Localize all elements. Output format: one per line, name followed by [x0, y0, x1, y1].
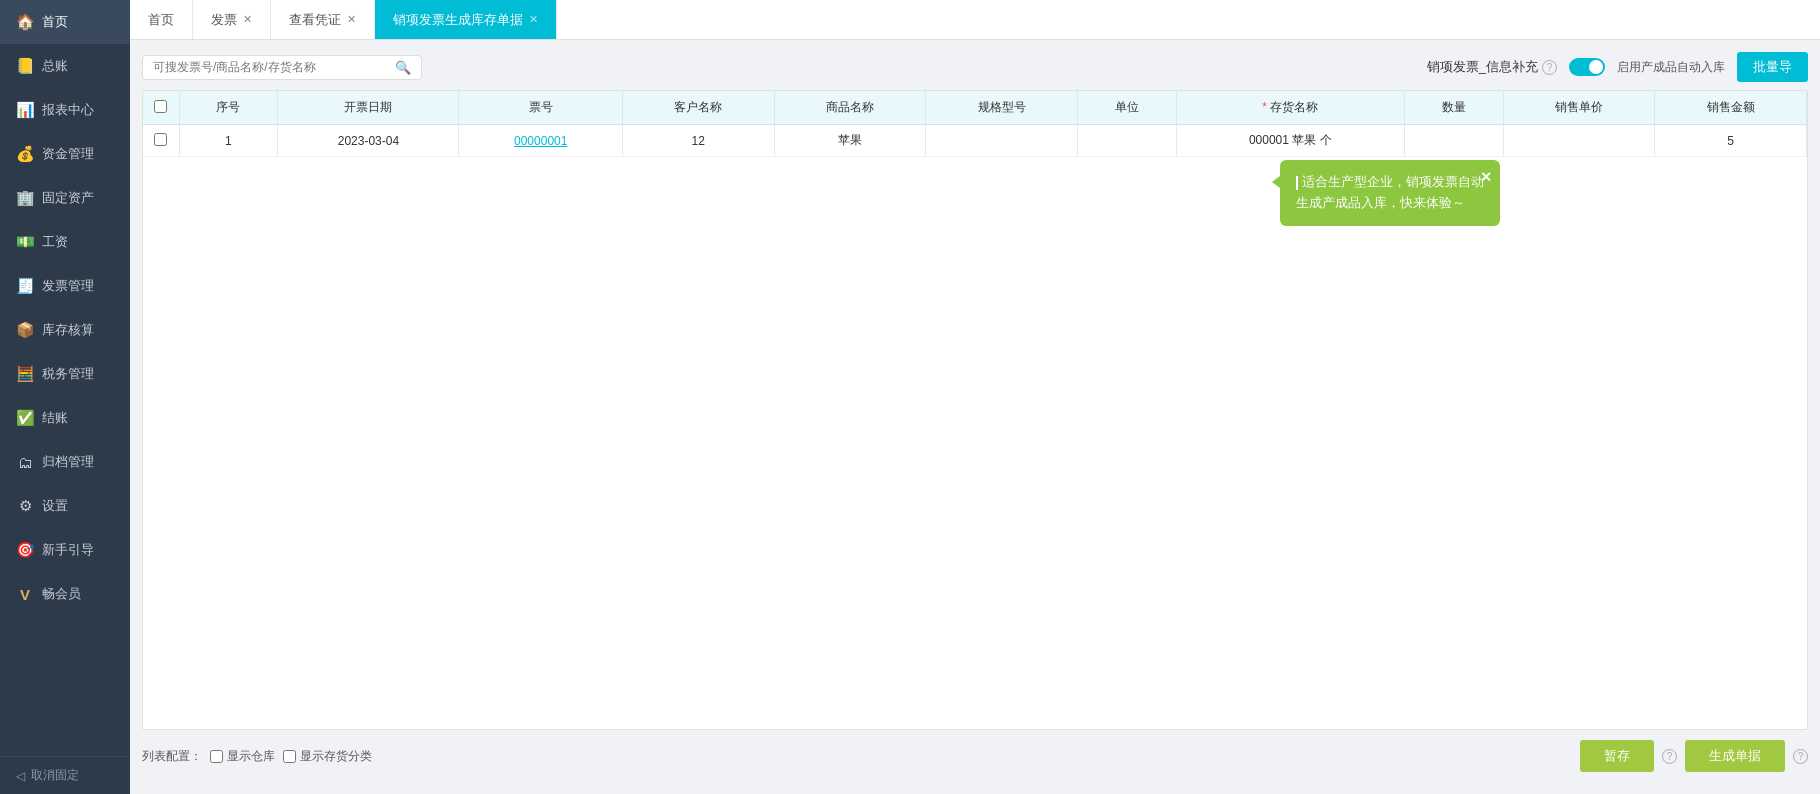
tooltip-cursor	[1296, 176, 1298, 190]
header-customer: 客户名称	[622, 91, 774, 125]
sidebar-item-inventory[interactable]: 📦 库存核算	[0, 308, 130, 352]
settings-icon: ⚙	[16, 497, 34, 515]
toggle-label: 启用产成品自动入库	[1617, 59, 1725, 76]
row-unit	[1077, 125, 1176, 157]
row-price	[1503, 125, 1655, 157]
info-icon[interactable]: ?	[1542, 60, 1557, 75]
assets-icon: 🏢	[16, 189, 34, 207]
sidebar-item-closing[interactable]: ✅ 结账	[0, 396, 130, 440]
sidebar: 🏠 首页 📒 总账 📊 报表中心 💰 资金管理 🏢 固定资产 💵 工资 🧾 发票…	[0, 0, 130, 794]
sidebar-item-ledger[interactable]: 📒 总账	[0, 44, 130, 88]
header-spec: 规格型号	[926, 91, 1078, 125]
vip-icon: V	[16, 586, 34, 603]
header-checkbox[interactable]	[154, 100, 167, 113]
list-config-label: 列表配置：	[142, 748, 202, 765]
sidebar-item-tax[interactable]: 🧮 税务管理	[0, 352, 130, 396]
header-product: 商品名称	[774, 91, 926, 125]
row-ticket-no[interactable]: 00000001	[459, 125, 622, 157]
search-icon: 🔍	[395, 60, 411, 75]
data-table: 序号 开票日期 票号 客户名称 商品名称 规格型号 单位 * 存货名称 数量 销…	[143, 91, 1807, 157]
show-category-label[interactable]: 显示存货分类	[283, 748, 372, 765]
ledger-icon: 📒	[16, 57, 34, 75]
show-category-checkbox[interactable]	[283, 750, 296, 763]
header-checkbox-cell	[143, 91, 179, 125]
table-header: 序号 开票日期 票号 客户名称 商品名称 规格型号 单位 * 存货名称 数量 销…	[143, 91, 1807, 125]
sidebar-item-home[interactable]: 🏠 首页	[0, 0, 130, 44]
show-warehouse-label[interactable]: 显示仓库	[210, 748, 275, 765]
row-amount: 5	[1655, 125, 1807, 157]
list-config: 列表配置： 显示仓库 显示存货分类	[142, 748, 372, 765]
header-index: 序号	[179, 91, 278, 125]
header-ticket-no: 票号	[459, 91, 622, 125]
row-quantity	[1404, 125, 1503, 157]
table-body: 1 2023-03-04 00000001 12 苹果 000001 苹果 个 …	[143, 125, 1807, 157]
tooltip-close-icon[interactable]: ✕	[1480, 166, 1492, 188]
closing-icon: ✅	[16, 409, 34, 427]
pin-icon: ◁	[16, 769, 25, 783]
reports-icon: 📊	[16, 101, 34, 119]
top-right: 销项发票_信息补充 ? 启用产成品自动入库 批量导	[1427, 52, 1808, 82]
batch-button[interactable]: 批量导	[1737, 52, 1808, 82]
tooltip-box: ✕ 适合生产型企业，销项发票自动生成产成品入库，快来体验～	[1280, 160, 1500, 226]
bottom-actions: 暂存 ? 生成单据 ?	[1580, 740, 1808, 772]
inventory-icon: 📦	[16, 321, 34, 339]
sidebar-bottom-unpin[interactable]: ◁ 取消固定	[0, 756, 130, 794]
guide-icon: 🎯	[16, 541, 34, 559]
header-unit: 单位	[1077, 91, 1176, 125]
row-index: 1	[179, 125, 278, 157]
payroll-icon: 💵	[16, 233, 34, 251]
sidebar-item-settings[interactable]: ⚙ 设置	[0, 484, 130, 528]
table-container: 序号 开票日期 票号 客户名称 商品名称 规格型号 单位 * 存货名称 数量 销…	[142, 90, 1808, 730]
sidebar-item-payroll[interactable]: 💵 工资	[0, 220, 130, 264]
funds-icon: 💰	[16, 145, 34, 163]
sidebar-item-funds[interactable]: 💰 资金管理	[0, 132, 130, 176]
tab-sales-invoice-close-icon[interactable]: ✕	[529, 13, 538, 26]
archive-icon: 🗂	[16, 454, 34, 471]
top-bar: 🔍 销项发票_信息补充 ? 启用产成品自动入库 批量导	[142, 52, 1808, 82]
search-input[interactable]	[153, 60, 389, 74]
generate-button[interactable]: 生成单据	[1685, 740, 1785, 772]
tab-bar: 首页 发票 ✕ 查看凭证 ✕ 销项发票生成库存单据 ✕	[130, 0, 1820, 40]
main-area: 首页 发票 ✕ 查看凭证 ✕ 销项发票生成库存单据 ✕ 🔍 销项发票_信息补充	[130, 0, 1820, 794]
generate-info-icon[interactable]: ?	[1793, 749, 1808, 764]
info-label: 销项发票_信息补充 ?	[1427, 58, 1557, 76]
save-info-icon[interactable]: ?	[1662, 749, 1677, 764]
sidebar-item-vip[interactable]: V 畅会员	[0, 572, 130, 616]
header-inventory: * 存货名称	[1176, 91, 1404, 125]
sidebar-item-archive[interactable]: 🗂 归档管理	[0, 440, 130, 484]
tab-voucher[interactable]: 查看凭证 ✕	[271, 0, 375, 39]
tab-sales-invoice[interactable]: 销项发票生成库存单据 ✕	[375, 0, 557, 39]
invoice-icon: 🧾	[16, 277, 34, 295]
home-icon: 🏠	[16, 13, 34, 31]
search-box[interactable]: 🔍	[142, 55, 422, 80]
sidebar-item-assets[interactable]: 🏢 固定资产	[0, 176, 130, 220]
sidebar-item-reports[interactable]: 📊 报表中心	[0, 88, 130, 132]
page-content: 🔍 销项发票_信息补充 ? 启用产成品自动入库 批量导	[130, 40, 1820, 794]
sidebar-item-guide[interactable]: 🎯 新手引导	[0, 528, 130, 572]
tab-invoice-close-icon[interactable]: ✕	[243, 13, 252, 26]
bottom-bar: 列表配置： 显示仓库 显示存货分类 暂存 ? 生成单据 ?	[142, 730, 1808, 782]
tab-invoice[interactable]: 发票 ✕	[193, 0, 271, 39]
save-button[interactable]: 暂存	[1580, 740, 1654, 772]
header-amount: 销售金额	[1655, 91, 1807, 125]
show-warehouse-checkbox[interactable]	[210, 750, 223, 763]
row-product: 苹果	[774, 125, 926, 157]
header-price: 销售单价	[1503, 91, 1655, 125]
sidebar-item-invoice[interactable]: 🧾 发票管理	[0, 264, 130, 308]
row-spec	[926, 125, 1078, 157]
tab-home[interactable]: 首页	[130, 0, 193, 39]
row-checkbox[interactable]	[154, 133, 167, 146]
header-date: 开票日期	[278, 91, 459, 125]
row-inventory: 000001 苹果 个	[1176, 125, 1404, 157]
table-row: 1 2023-03-04 00000001 12 苹果 000001 苹果 个 …	[143, 125, 1807, 157]
header-quantity: 数量	[1404, 91, 1503, 125]
row-checkbox-cell	[143, 125, 179, 157]
row-date: 2023-03-04	[278, 125, 459, 157]
tooltip-text: 适合生产型企业，销项发票自动生成产成品入库，快来体验～	[1296, 174, 1484, 210]
tax-icon: 🧮	[16, 365, 34, 383]
row-customer: 12	[622, 125, 774, 157]
tab-voucher-close-icon[interactable]: ✕	[347, 13, 356, 26]
auto-warehouse-toggle[interactable]	[1569, 58, 1605, 76]
